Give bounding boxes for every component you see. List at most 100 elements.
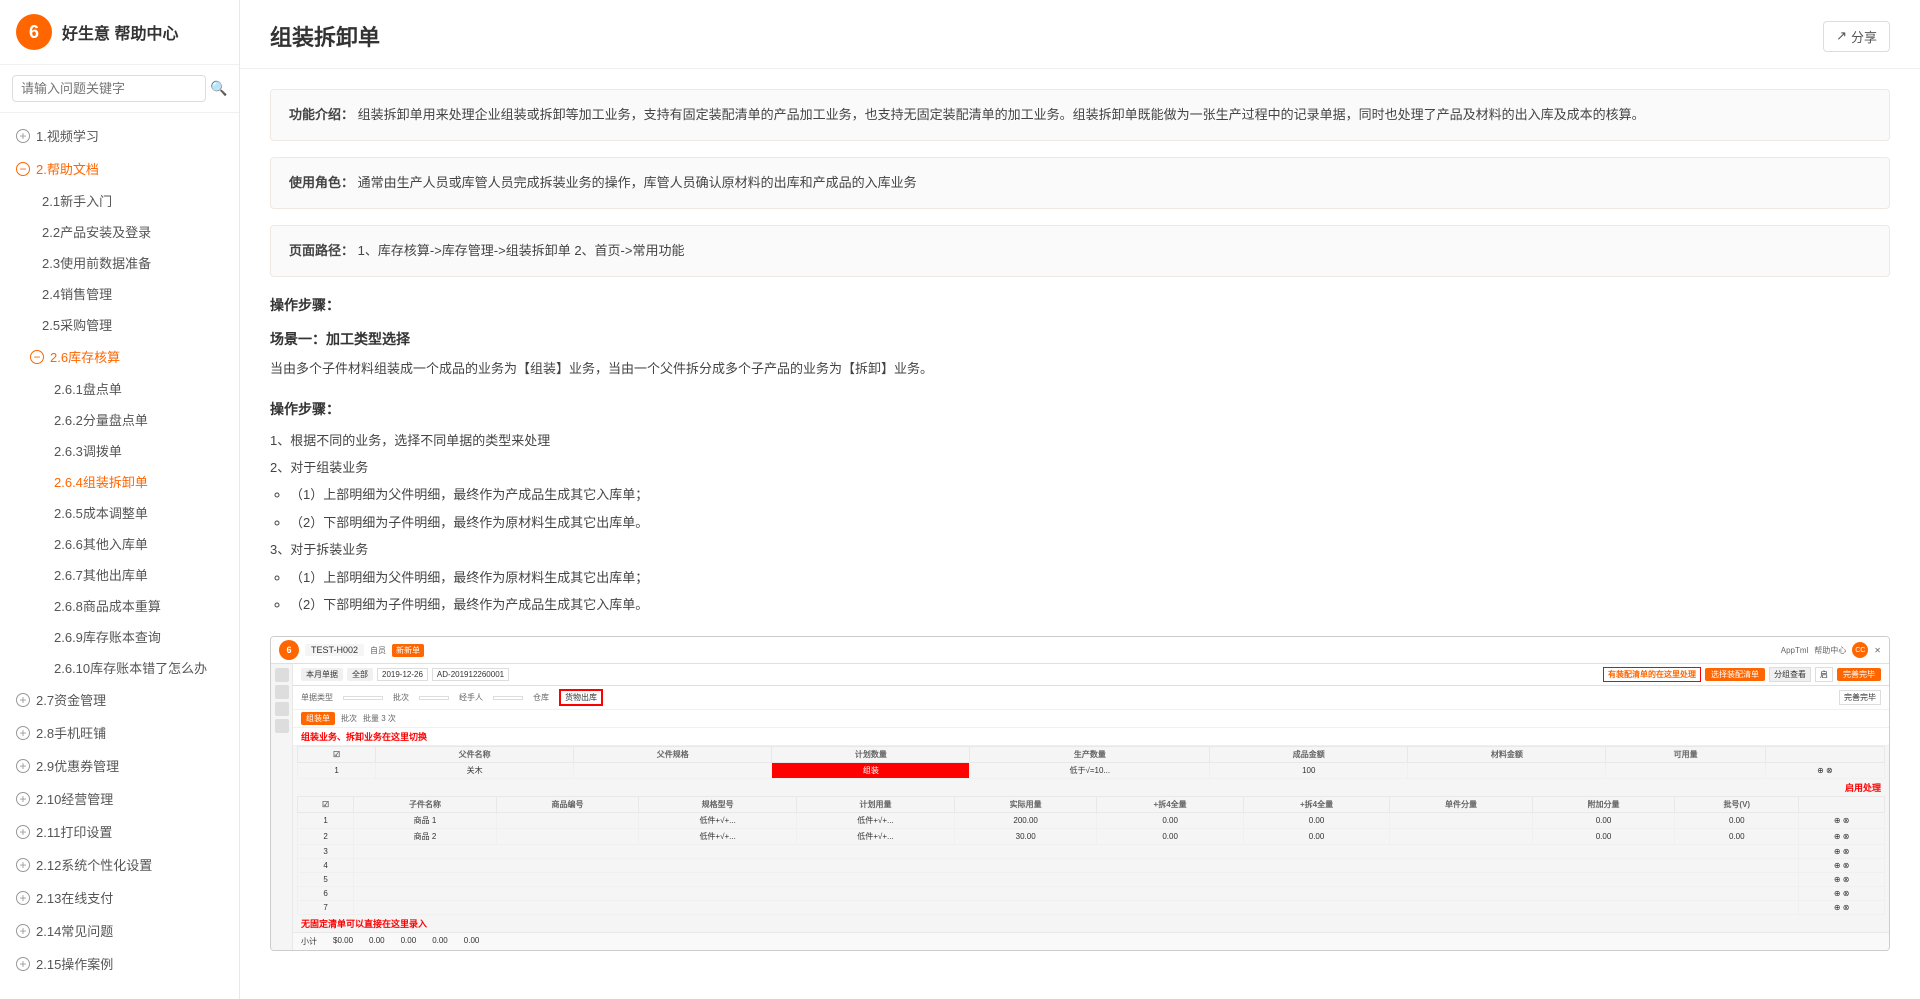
mini-confirm-btn[interactable]: 完善完毕 xyxy=(1837,668,1881,681)
lower-table-row-empty7: 7 ⊕ ⊗ xyxy=(298,901,1885,915)
mini-topbar-right: AppTml 帮助中心 CC xyxy=(1781,642,1869,658)
expand-icon: + xyxy=(16,693,30,707)
sidebar-item-biz[interactable]: + 2.10经营管理 xyxy=(0,782,239,815)
step3-sub2: （2）下部明细为子件明细，最终作为产成品生成其它入库单。 xyxy=(290,593,1890,616)
func-intro-text: 组装拆卸单用来处理企业组装或拆卸等加工业务，支持有固定装配清单的产品加工业务，也… xyxy=(358,107,1645,122)
mini-form-person[interactable] xyxy=(493,696,523,700)
mini-topbar: TEST-H002 自员 新新单 xyxy=(305,644,1775,657)
expand-icon: + xyxy=(16,891,30,905)
low-cell-add2b: 0.00 xyxy=(1243,829,1389,845)
low-col-batch: 批号(V) xyxy=(1675,797,1799,813)
cell-parent-spec xyxy=(574,763,772,779)
expand-icon: + xyxy=(16,957,30,971)
sidebar-item-install[interactable]: 2.2产品安装及登录 xyxy=(0,216,239,247)
low-cell-empty6c: ⊕ ⊗ xyxy=(1799,887,1885,901)
mini-form-batch[interactable] xyxy=(419,696,449,700)
sidebar-item-stockcheck[interactable]: 2.6.9库存账本查询 xyxy=(0,621,239,652)
step2-sub: （1）上部明细为父件明细，最终作为产成品生成其它入库单； （2）下部明细为子件明… xyxy=(270,483,1890,534)
mini-extra-btn[interactable]: 启 xyxy=(1815,667,1833,682)
sidebar-item-label: 2.11打印设置 xyxy=(36,822,112,841)
lower-table-row-empty4: 4 ⊕ ⊗ xyxy=(298,859,1885,873)
mini-status-badge: 组装单 xyxy=(301,712,335,725)
sidebar-item-otherout[interactable]: 2.6.7其他出库单 xyxy=(0,559,239,590)
sidebar-item-sales[interactable]: 2.4销售管理 xyxy=(0,278,239,309)
sidebar-item-stockcount2[interactable]: 2.6.2分量盘点单 xyxy=(0,404,239,435)
sidebar-item-assemble[interactable]: 2.6.4组装拆卸单 xyxy=(0,466,239,497)
mini-upper-table-area: ☑ 父件名称 父件规格 计划数量 生产数量 成品金额 材料金额 可用量 xyxy=(293,746,1889,779)
nav-tree: + 1.视频学习 − 2.帮助文档 2.1新手入门 2.2产品安装及登录 2.3… xyxy=(0,113,239,999)
sidebar-item-coupon[interactable]: + 2.9优惠券管理 xyxy=(0,749,239,782)
sidebar-item-stock[interactable]: − 2.6库存核算 xyxy=(0,340,239,373)
low-cell-ops[interactable]: ⊕ ⊗ xyxy=(1799,813,1885,829)
mini-annotation-direct: 无固定清单可以直接在这里录入 xyxy=(293,915,1889,932)
low-cell-actual: 200.00 xyxy=(954,813,1097,829)
share-icon: ↗ xyxy=(1836,28,1847,44)
cell-check[interactable]: 1 xyxy=(298,763,376,779)
sidebar-item-adjust[interactable]: 2.6.3调拨单 xyxy=(0,435,239,466)
mini-status-row: 组装单 批次 批量 3 次 xyxy=(293,710,1889,728)
path-label: 页面路径： xyxy=(289,243,354,258)
mini-form-warehouse[interactable]: 货物出库 xyxy=(559,689,603,706)
sidebar-item-payment[interactable]: + 2.13在线支付 xyxy=(0,881,239,914)
mini-left-icon2 xyxy=(275,685,289,699)
mini-form-type[interactable] xyxy=(343,696,383,700)
low-cell-empty7b xyxy=(354,901,1799,915)
sidebar-item-label: 2.12系统个性化设置 xyxy=(36,855,152,874)
sidebar-item-video[interactable]: + 1.视频学习 xyxy=(0,119,239,152)
mini-close[interactable]: ✕ xyxy=(1874,646,1881,655)
mini-form-label2: 批次 xyxy=(393,692,409,703)
sidebar-item-faq[interactable]: + 2.14常见问题 xyxy=(0,914,239,947)
mini-user-avatar: CC xyxy=(1852,642,1868,658)
sidebar-item-new[interactable]: 2.1新手入门 xyxy=(0,185,239,216)
sidebar-item-finance[interactable]: + 2.7资金管理 xyxy=(0,683,239,716)
expand-icon: + xyxy=(16,792,30,806)
low-cell-check[interactable]: 1 xyxy=(298,813,354,829)
ops-steps-title: 操作步骤： xyxy=(270,399,1890,419)
mini-tab-current[interactable]: 本月单据 xyxy=(301,668,343,681)
low-cell-opsb[interactable]: ⊕ ⊗ xyxy=(1799,829,1885,845)
low-cell-spec: 低件+√+... xyxy=(639,813,797,829)
sidebar-item-otherin[interactable]: 2.6.6其他入库单 xyxy=(0,528,239,559)
sidebar-item-docs[interactable]: − 2.帮助文档 xyxy=(0,152,239,185)
cell-ops[interactable]: ⊕ ⊗ xyxy=(1765,763,1884,779)
mini-date-field[interactable]: 2019-12-26 xyxy=(377,668,428,681)
share-button[interactable]: ↗ 分享 xyxy=(1823,21,1890,52)
low-cell-plan: 低件+√+... xyxy=(797,813,955,829)
mini-annotation-bar: 组装业务、拆卸业务在这里切换 xyxy=(293,728,1889,746)
lower-table-row: 2 商品 2 低件+√+... 低件+√+... 30.00 0.00 0.00 xyxy=(298,829,1885,845)
footer-val2: 0.00 xyxy=(369,936,385,947)
sidebar-item-label: 1.视频学习 xyxy=(36,126,99,145)
search-input[interactable] xyxy=(12,75,206,102)
low-cell-plan2: 低件+√+... xyxy=(797,829,955,845)
step3: 3、对于拆装业务 xyxy=(270,538,1890,561)
sidebar-item-label: 2.帮助文档 xyxy=(36,159,99,178)
lower-table-row-empty5: 5 ⊕ ⊗ xyxy=(298,873,1885,887)
sidebar-item-costcalc[interactable]: 2.6.8商品成本重算 xyxy=(0,590,239,621)
low-cell-check2[interactable]: 2 xyxy=(298,829,354,845)
low-col-ops xyxy=(1799,797,1885,813)
ops-title: 操作步骤： xyxy=(270,295,1890,315)
search-button[interactable]: 🔍 xyxy=(210,80,227,97)
footer-val3: 0.00 xyxy=(401,936,417,947)
low-cell-unit xyxy=(1390,813,1533,829)
sidebar-item-costadj[interactable]: 2.6.5成本调整单 xyxy=(0,497,239,528)
sidebar-item-prepare[interactable]: 2.3使用前数据准备 xyxy=(0,247,239,278)
low-cell-empty5c: ⊕ ⊗ xyxy=(1799,873,1885,887)
sidebar-item-label: 2.13在线支付 xyxy=(36,888,113,907)
mini-docno-field[interactable]: AD-201912260001 xyxy=(432,668,509,681)
sidebar-item-stockcount[interactable]: 2.6.1盘点单 xyxy=(0,373,239,404)
low-col-actual: 实际用量 xyxy=(954,797,1097,813)
sidebar-item-stockerr[interactable]: 2.6.10库存账本错了怎么办 xyxy=(0,652,239,683)
mini-tab-all[interactable]: 全部 xyxy=(347,668,373,681)
mini-assign-btn[interactable]: 分组查看 xyxy=(1769,667,1811,682)
sidebar-item-purchase[interactable]: 2.5采购管理 xyxy=(0,309,239,340)
sidebar-item-label: 2.10经营管理 xyxy=(36,789,113,808)
sidebar-item-case[interactable]: + 2.15操作案例 xyxy=(0,947,239,980)
sidebar-item-print[interactable]: + 2.11打印设置 xyxy=(0,815,239,848)
col-parent-name: 父件名称 xyxy=(376,747,574,763)
mini-confirm-action[interactable]: 完善完毕 xyxy=(1839,690,1881,705)
low-col-unit: 单件分量 xyxy=(1390,797,1533,813)
mini-select-assembly-btn[interactable]: 选择装配清单 xyxy=(1705,668,1765,681)
sidebar-item-mobile[interactable]: + 2.8手机旺铺 xyxy=(0,716,239,749)
sidebar-item-custom[interactable]: + 2.12系统个性化设置 xyxy=(0,848,239,881)
